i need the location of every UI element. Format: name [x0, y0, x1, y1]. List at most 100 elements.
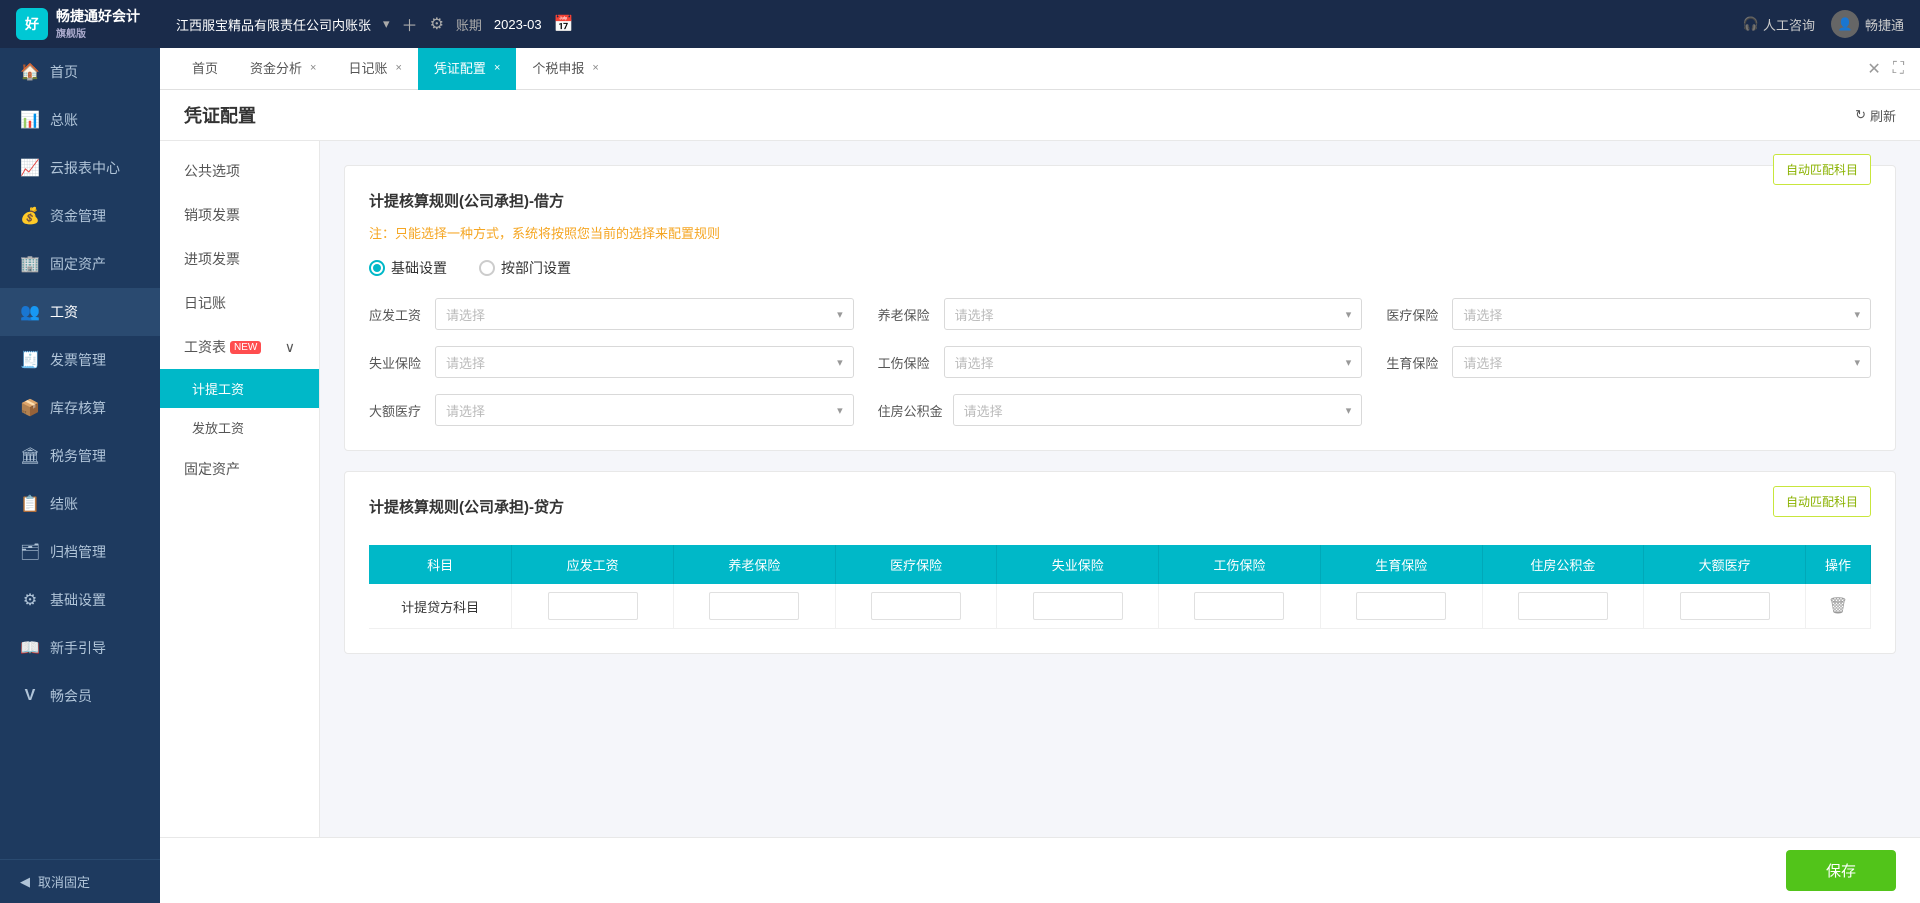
- auto-match-credit-button[interactable]: 自动匹配科目: [1773, 486, 1871, 517]
- tab-tax-close-icon[interactable]: ×: [592, 62, 598, 74]
- tab-home[interactable]: 首页: [176, 48, 234, 90]
- company-name[interactable]: 江西服宝精品有限责任公司内账张: [176, 15, 371, 34]
- settings-icon[interactable]: ⚙: [430, 14, 444, 34]
- input-housing[interactable]: [1518, 592, 1608, 620]
- logo-area: 好 畅捷通好会计 旗舰版: [16, 8, 176, 40]
- sidebar-item-salary[interactable]: 👥 工资: [0, 288, 160, 336]
- expand-window-icon[interactable]: ⛶: [1893, 60, 1904, 78]
- refresh-button[interactable]: ↻ 刷新: [1855, 106, 1896, 125]
- service-button[interactable]: 🎧 人工咨询: [1743, 15, 1815, 34]
- input-pension[interactable]: [709, 592, 799, 620]
- sidebar-item-inventory[interactable]: 📦 库存核算: [0, 384, 160, 432]
- window-controls: ✕ ⛶: [1867, 59, 1904, 79]
- content-scroll: 公共选项 销项发票 进项发票 日记账 工资表 NEW ∨ 计提工资: [160, 141, 1920, 837]
- left-nav-provision-salary[interactable]: 计提工资: [160, 369, 319, 408]
- input-unemployment[interactable]: [1033, 592, 1123, 620]
- left-nav-fixed-asset[interactable]: 固定资产: [160, 447, 319, 491]
- row-label: 计提贷方科目: [369, 584, 512, 629]
- label-big-medical: 大额医疗: [369, 401, 425, 420]
- tab-voucher-close-icon[interactable]: ×: [494, 62, 500, 74]
- tab-journal-label: 日记账: [348, 58, 387, 77]
- sidebar-item-vip[interactable]: V 畅会员: [0, 672, 160, 720]
- input-gross[interactable]: [548, 592, 638, 620]
- field-big-medical: 大额医疗 请选择 ▾: [369, 394, 854, 426]
- select-unemployment[interactable]: 请选择 ▾: [435, 346, 854, 378]
- period-value[interactable]: 2023-03: [494, 17, 542, 32]
- placeholder-maternity: 请选择: [1463, 353, 1502, 372]
- new-badge: NEW: [230, 341, 261, 354]
- left-nav-journal[interactable]: 日记账: [160, 281, 319, 325]
- calendar-icon[interactable]: 📅: [554, 14, 574, 34]
- auto-match-debit-button[interactable]: 自动匹配科目: [1773, 154, 1871, 185]
- select-work-injury[interactable]: 请选择 ▾: [944, 346, 1363, 378]
- arrow-medical-icon: ▾: [1854, 308, 1860, 321]
- sidebar-label-tax: 税务管理: [50, 446, 106, 466]
- input-big-medical[interactable]: [1680, 592, 1770, 620]
- input-maternity[interactable]: [1356, 592, 1446, 620]
- sidebar-item-fixed-asset[interactable]: 🏢 固定资产: [0, 240, 160, 288]
- tab-fund-analysis[interactable]: 资金分析 ×: [234, 48, 332, 90]
- save-button[interactable]: 保存: [1786, 850, 1896, 891]
- radio-basic-label: 基础设置: [391, 258, 447, 278]
- tab-fund-close-icon[interactable]: ×: [310, 62, 316, 74]
- cancel-fix-label: 取消固定: [38, 872, 90, 891]
- sidebar-item-fund[interactable]: 💰 资金管理: [0, 192, 160, 240]
- app-logo-icon: 好: [16, 8, 48, 40]
- vip-icon: V: [20, 687, 40, 705]
- sidebar-item-guide[interactable]: 📖 新手引导: [0, 624, 160, 672]
- company-dropdown-icon[interactable]: ▾: [383, 16, 390, 32]
- sidebar-label-inventory: 库存核算: [50, 398, 106, 418]
- provision-salary-label: 计提工资: [192, 382, 244, 397]
- input-medical[interactable]: [871, 592, 961, 620]
- refresh-label: 刷新: [1870, 106, 1896, 125]
- sidebar-item-close-account[interactable]: 📋 结账: [0, 480, 160, 528]
- select-gross-salary[interactable]: 请选择 ▾: [435, 298, 854, 330]
- sidebar-item-invoice[interactable]: 🧾 发票管理: [0, 336, 160, 384]
- tab-tax-filing[interactable]: 个税申报 ×: [516, 48, 614, 90]
- page-title: 凭证配置: [184, 102, 256, 128]
- placeholder-pension: 请选择: [955, 305, 994, 324]
- service-label: 人工咨询: [1763, 15, 1815, 34]
- left-nav-purchase-invoice[interactable]: 进项发票: [160, 237, 319, 281]
- sidebar-item-archive[interactable]: 🗂 归档管理: [0, 528, 160, 576]
- col-subject: 科目: [369, 545, 512, 584]
- sidebar: 🏠 首页 📊 总账 📈 云报表中心 💰 资金管理 🏢 固定资产 👥 工资 🧾 发…: [0, 48, 160, 903]
- input-work-injury[interactable]: [1194, 592, 1284, 620]
- left-nav-public[interactable]: 公共选项: [160, 149, 319, 193]
- radio-by-dept[interactable]: 按部门设置: [479, 258, 571, 278]
- radio-basic[interactable]: 基础设置: [369, 258, 447, 278]
- tab-home-label: 首页: [192, 58, 218, 77]
- cancel-fix-button[interactable]: ◀ 取消固定: [0, 859, 160, 903]
- select-maternity[interactable]: 请选择 ▾: [1452, 346, 1871, 378]
- left-nav-pay-salary[interactable]: 发放工资: [160, 408, 319, 447]
- add-icon[interactable]: ＋: [402, 12, 418, 36]
- headset-icon: 🎧: [1743, 16, 1759, 32]
- delete-row-icon[interactable]: 🗑: [1828, 598, 1848, 615]
- tab-bar: 首页 资金分析 × 日记账 × 凭证配置 × 个税申报 × ✕ ⛶: [160, 48, 1920, 90]
- select-housing-fund[interactable]: 请选择 ▾: [953, 394, 1363, 426]
- sidebar-item-home[interactable]: 🏠 首页: [0, 48, 160, 96]
- tab-journal[interactable]: 日记账 ×: [332, 48, 417, 90]
- placeholder-big-medical: 请选择: [446, 401, 485, 420]
- tab-journal-close-icon[interactable]: ×: [395, 62, 401, 74]
- sidebar-item-basic-settings[interactable]: ⚙ 基础设置: [0, 576, 160, 624]
- left-nav-public-label: 公共选项: [184, 163, 240, 179]
- label-maternity: 生育保险: [1386, 353, 1442, 372]
- select-pension[interactable]: 请选择 ▾: [944, 298, 1363, 330]
- user-info[interactable]: 👤 畅捷通: [1831, 10, 1904, 38]
- fixed-asset-icon: 🏢: [20, 254, 40, 274]
- sidebar-item-general-ledger[interactable]: 📊 总账: [0, 96, 160, 144]
- sidebar-item-tax[interactable]: 🏛 税务管理: [0, 432, 160, 480]
- select-medical[interactable]: 请选择 ▾: [1452, 298, 1871, 330]
- close-window-icon[interactable]: ✕: [1867, 59, 1880, 79]
- credit-table: 科目 应发工资 养老保险 医疗保险 失业保险 工伤保险 生育保险 住房公积金 大…: [369, 545, 1871, 629]
- tab-voucher-config[interactable]: 凭证配置 ×: [418, 48, 516, 90]
- select-big-medical[interactable]: 请选择 ▾: [435, 394, 854, 426]
- left-nav-sales-invoice[interactable]: 销项发票: [160, 193, 319, 237]
- top-bar-middle: 江西服宝精品有限责任公司内账张 ▾ ＋ ⚙ 账期 2023-03 📅: [176, 12, 1743, 36]
- left-nav-payroll-table[interactable]: 工资表 NEW ∨: [160, 325, 319, 369]
- sidebar-item-cloud-report[interactable]: 📈 云报表中心: [0, 144, 160, 192]
- arrow-housing-icon: ▾: [1346, 404, 1352, 417]
- field-pension: 养老保险 请选择 ▾: [878, 298, 1363, 330]
- cell-gross: [512, 584, 674, 629]
